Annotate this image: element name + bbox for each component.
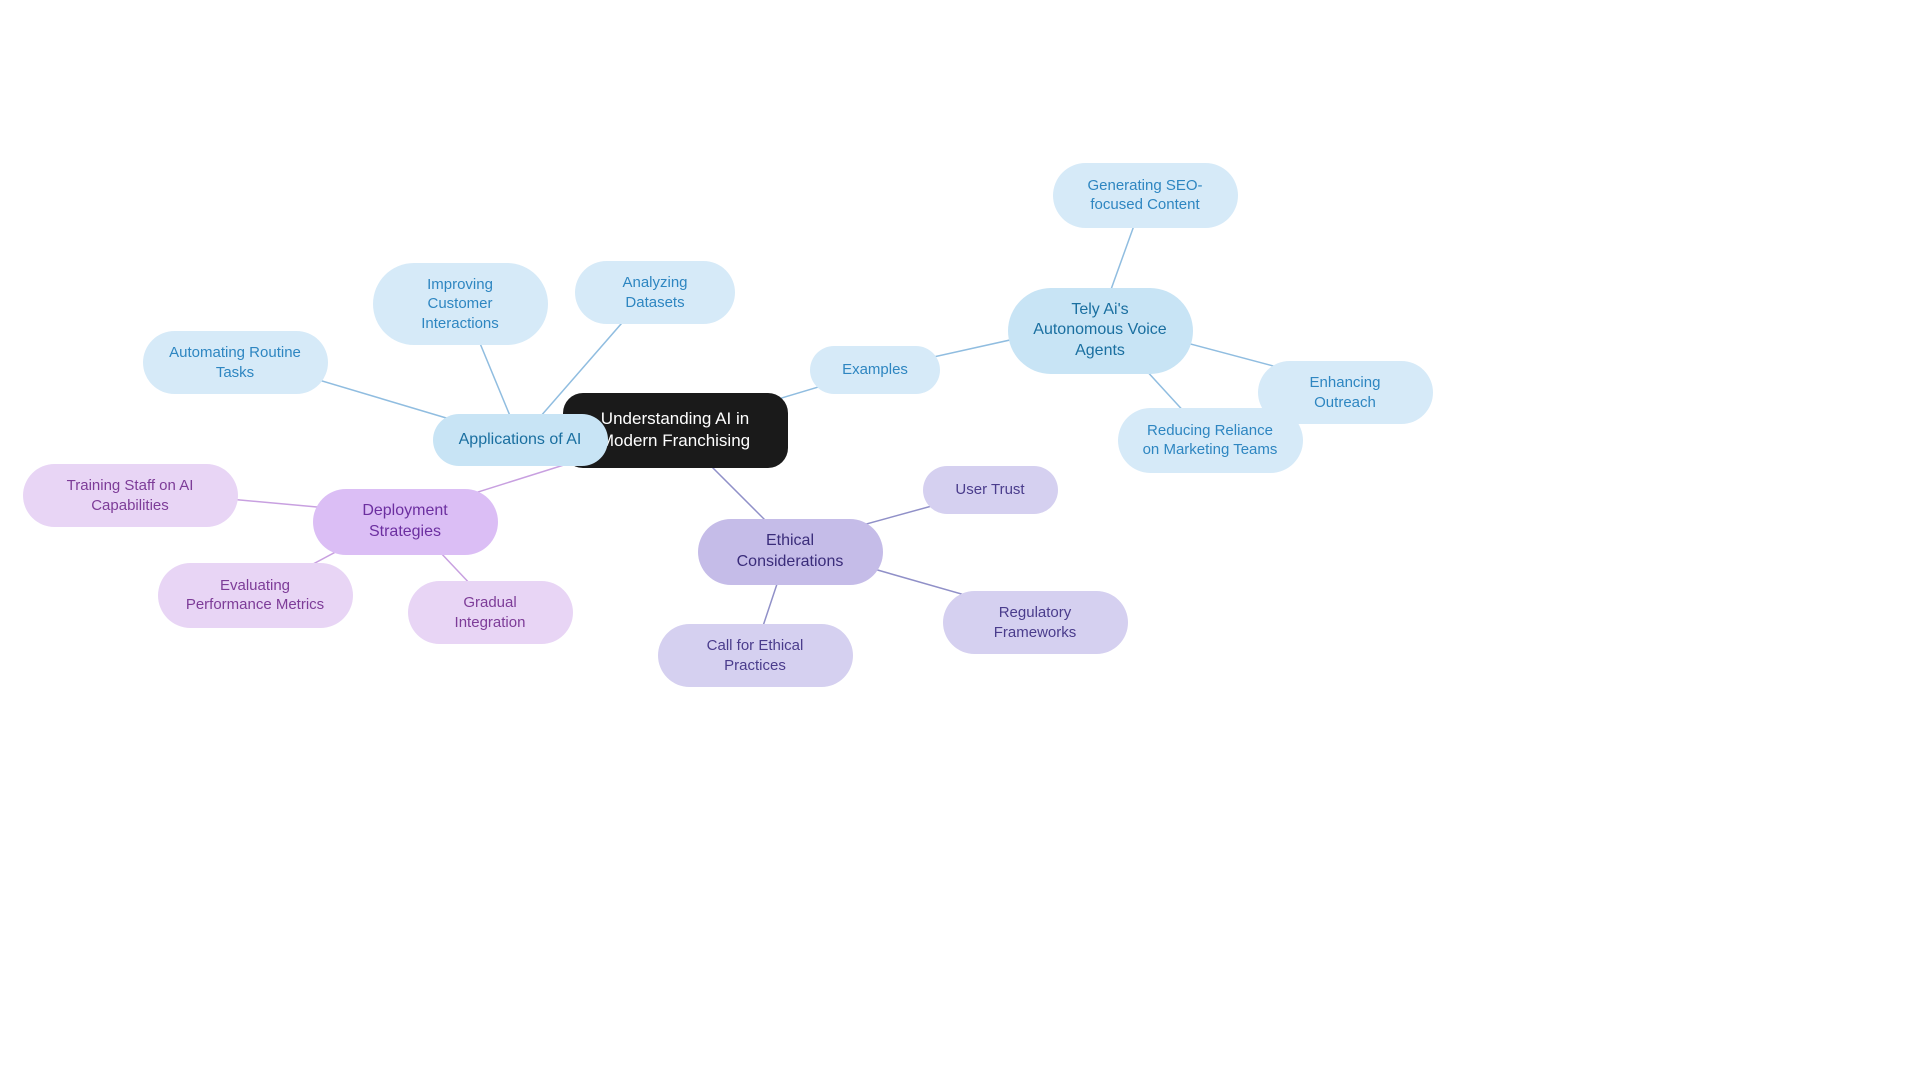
automating-routine-label: Automating Routine Tasks — [163, 343, 308, 382]
generating-seo-label: Generating SEO-focused Content — [1073, 176, 1218, 215]
node-tely-ai[interactable]: Tely Ai's Autonomous Voice Agents — [1008, 288, 1193, 374]
tely-ai-label: Tely Ai's Autonomous Voice Agents — [1028, 300, 1173, 362]
regulatory-frameworks-label: Regulatory Frameworks — [963, 603, 1108, 642]
node-gradual-integration[interactable]: Gradual Integration — [408, 581, 573, 644]
node-evaluating-performance[interactable]: Evaluating Performance Metrics — [158, 563, 353, 628]
node-examples[interactable]: Examples — [810, 346, 940, 394]
node-reducing-reliance[interactable]: Reducing Reliance on Marketing Teams — [1118, 408, 1303, 473]
applications-label: Applications of AI — [459, 430, 582, 451]
node-deployment-strategies[interactable]: Deployment Strategies — [313, 489, 498, 555]
node-regulatory-frameworks[interactable]: Regulatory Frameworks — [943, 591, 1128, 654]
node-improving-customer[interactable]: Improving Customer Interactions — [373, 263, 548, 346]
node-generating-seo[interactable]: Generating SEO-focused Content — [1053, 163, 1238, 228]
node-analyzing-datasets[interactable]: Analyzing Datasets — [575, 261, 735, 324]
center-label: Understanding AI in Modern Franchising — [583, 408, 768, 452]
node-ethical-considerations[interactable]: Ethical Considerations — [698, 519, 883, 585]
node-automating-routine[interactable]: Automating Routine Tasks — [143, 331, 328, 394]
ethical-considerations-label: Ethical Considerations — [718, 531, 863, 573]
improving-customer-label: Improving Customer Interactions — [393, 275, 528, 334]
reducing-reliance-label: Reducing Reliance on Marketing Teams — [1138, 421, 1283, 460]
node-user-trust[interactable]: User Trust — [923, 466, 1058, 514]
evaluating-performance-label: Evaluating Performance Metrics — [178, 576, 333, 615]
node-call-for-ethical[interactable]: Call for Ethical Practices — [658, 624, 853, 687]
enhancing-outreach-label: Enhancing Outreach — [1278, 373, 1413, 412]
gradual-integration-label: Gradual Integration — [428, 593, 553, 632]
deployment-strategies-label: Deployment Strategies — [333, 501, 478, 543]
examples-label: Examples — [842, 360, 908, 380]
call-for-ethical-label: Call for Ethical Practices — [678, 636, 833, 675]
node-applications-of-ai[interactable]: Applications of AI — [433, 414, 608, 466]
analyzing-datasets-label: Analyzing Datasets — [595, 273, 715, 312]
training-staff-label: Training Staff on AI Capabilities — [43, 476, 218, 515]
node-training-staff[interactable]: Training Staff on AI Capabilities — [23, 464, 238, 527]
user-trust-label: User Trust — [955, 480, 1024, 500]
